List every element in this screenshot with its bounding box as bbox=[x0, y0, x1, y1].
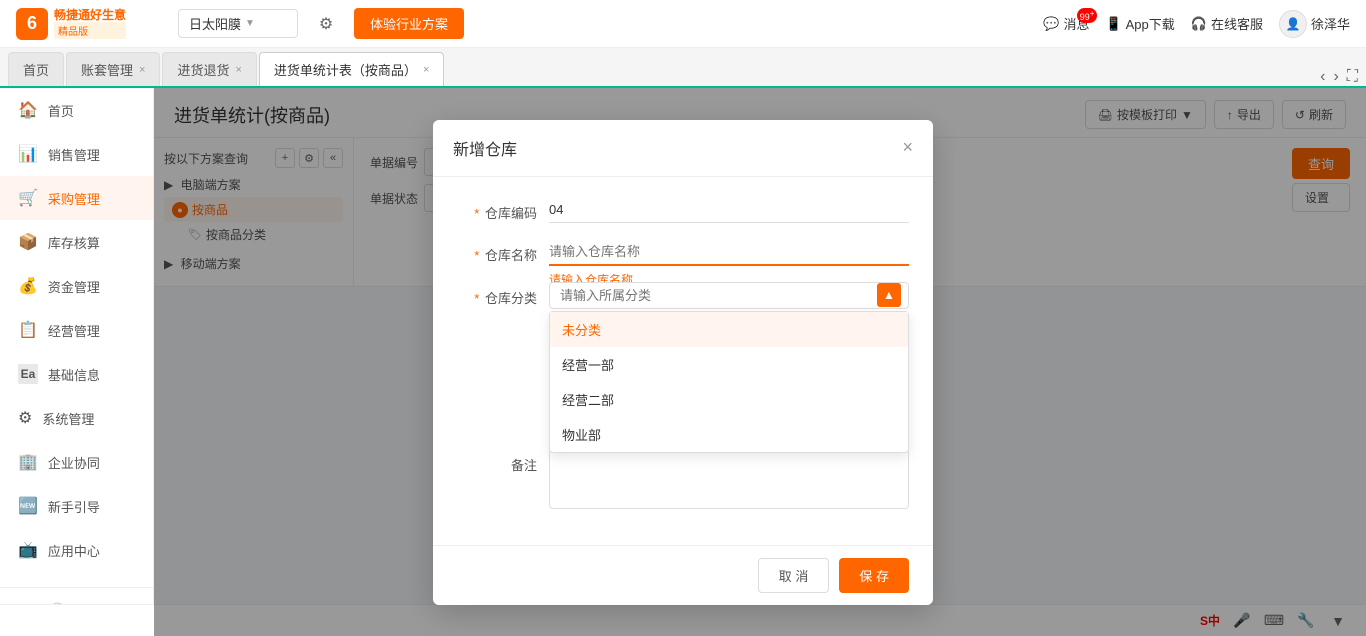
tab-actions: ‹ › ⛶ bbox=[1320, 68, 1358, 86]
message-icon: 💬 bbox=[1043, 16, 1059, 32]
form-row-code: * 仓库编码 bbox=[457, 197, 909, 223]
tab-stat[interactable]: 进货单统计表（按商品） × bbox=[259, 52, 444, 86]
finance-icon: 💰 bbox=[18, 276, 38, 296]
category-toggle-icon[interactable]: ▲ bbox=[877, 283, 901, 307]
dropdown-item-property[interactable]: 物业部 bbox=[550, 417, 908, 452]
dropdown-item-none[interactable]: 未分类 bbox=[550, 312, 908, 347]
sidebar-item-apps[interactable]: 📺 应用中心 bbox=[0, 528, 153, 572]
sidebar: 🏠 首页 📊 销售管理 🛒 采购管理 📦 库存核算 💰 资金管理 📋 经 bbox=[0, 88, 154, 636]
logo-badge: 精品版 bbox=[54, 22, 126, 39]
form-row-category: * 仓库分类 ▲ 未分类 经营一部 经营二部 物业部 bbox=[457, 282, 909, 309]
company-selector[interactable]: 日太阳膜 ▼ bbox=[178, 9, 298, 38]
logo-area: 6 畅捷通好生意 精品版 bbox=[16, 8, 166, 40]
tab-home[interactable]: 首页 bbox=[8, 52, 64, 86]
dropdown-item-dept1[interactable]: 经营一部 bbox=[550, 347, 908, 382]
messages-badge: 99+ bbox=[1077, 8, 1098, 23]
tab-next-icon[interactable]: › bbox=[1333, 68, 1338, 86]
sidebar-item-finance[interactable]: 💰 资金管理 bbox=[0, 264, 153, 308]
tab-close-account[interactable]: × bbox=[139, 64, 145, 76]
modal-header: 新增仓库 × bbox=[433, 120, 933, 177]
tab-fullscreen-icon[interactable]: ⛶ bbox=[1347, 68, 1358, 86]
sidebar-item-basic[interactable]: Ea 基础信息 bbox=[0, 352, 153, 396]
sidebar-item-system[interactable]: ⚙ 系统管理 bbox=[0, 396, 153, 440]
system-icon: ⚙ bbox=[18, 408, 32, 428]
notes-textarea[interactable] bbox=[549, 449, 909, 509]
form-row-notes: 备注 bbox=[457, 449, 909, 509]
sidebar-item-enterprise[interactable]: 🏢 企业协同 bbox=[0, 440, 153, 484]
trial-button[interactable]: 体验行业方案 bbox=[354, 8, 464, 39]
tab-close-stat[interactable]: × bbox=[423, 64, 429, 76]
tab-return[interactable]: 进货退货 × bbox=[162, 52, 256, 86]
name-input[interactable] bbox=[549, 239, 909, 266]
save-button[interactable]: 保 存 bbox=[839, 558, 909, 593]
sidebar-item-purchase[interactable]: 🛒 采购管理 bbox=[0, 176, 153, 220]
header-right: 💬 消息 99+ 📱 App下载 🎧 在线客服 👤 徐泽华 bbox=[1043, 10, 1350, 38]
sales-icon: 📊 bbox=[18, 144, 38, 164]
inventory-icon: 📦 bbox=[18, 232, 38, 252]
user-item[interactable]: 👤 徐泽华 bbox=[1279, 10, 1350, 38]
content-area: 进货单统计(按商品) 🖨 按模板打印 ▼ ↑ 导出 ↺ 刷新 bbox=[154, 88, 1366, 636]
category-label: * 仓库分类 bbox=[457, 282, 537, 307]
logo-text: 畅捷通好生意 精品版 bbox=[54, 8, 126, 39]
purchase-icon: 🛒 bbox=[18, 188, 38, 208]
online-service-item[interactable]: 🎧 在线客服 bbox=[1191, 14, 1263, 33]
code-input[interactable] bbox=[549, 197, 909, 223]
guide-icon: 🆕 bbox=[18, 496, 38, 516]
avatar: 👤 bbox=[1279, 10, 1307, 38]
headphone-icon: 🎧 bbox=[1191, 16, 1207, 32]
operations-icon: 📋 bbox=[18, 320, 38, 340]
modal-title: 新增仓库 bbox=[453, 136, 517, 160]
tab-prev-icon[interactable]: ‹ bbox=[1320, 68, 1325, 86]
modal-body: * 仓库编码 * 仓库名称 请输入仓库名称 bbox=[433, 177, 933, 545]
home-icon: 🏠 bbox=[18, 100, 38, 120]
form-row-name: * 仓库名称 请输入仓库名称 bbox=[457, 239, 909, 266]
logo-icon: 6 bbox=[16, 8, 48, 40]
modal: 新增仓库 × * 仓库编码 bbox=[433, 120, 933, 605]
top-header: 6 畅捷通好生意 精品版 日太阳膜 ▼ ⚙ 体验行业方案 💬 消息 99+ 📱 … bbox=[0, 0, 1366, 48]
sidebar-item-operations[interactable]: 📋 经营管理 bbox=[0, 308, 153, 352]
tab-account[interactable]: 账套管理 × bbox=[66, 52, 160, 86]
cancel-button[interactable]: 取 消 bbox=[758, 558, 830, 593]
modal-close-button[interactable]: × bbox=[902, 137, 913, 158]
category-select-input[interactable] bbox=[549, 282, 909, 309]
sidebar-item-inventory[interactable]: 📦 库存核算 bbox=[0, 220, 153, 264]
gear-icon[interactable]: ⚙ bbox=[310, 8, 342, 40]
dropdown-item-dept2[interactable]: 经营二部 bbox=[550, 382, 908, 417]
messages-item[interactable]: 💬 消息 99+ bbox=[1043, 14, 1089, 33]
app-download-item[interactable]: 📱 App下载 bbox=[1105, 14, 1174, 33]
sidebar-item-sales[interactable]: 📊 销售管理 bbox=[0, 132, 153, 176]
code-label: * 仓库编码 bbox=[457, 197, 537, 222]
modal-overlay: 新增仓库 × * 仓库编码 bbox=[154, 88, 1366, 636]
tab-bar: 首页 账套管理 × 进货退货 × 进货单统计表（按商品） × ‹ › ⛶ bbox=[0, 48, 1366, 88]
mobile-icon: 📱 bbox=[1105, 16, 1121, 32]
notes-label: 备注 bbox=[457, 449, 537, 474]
sidebar-item-home[interactable]: 🏠 首页 bbox=[0, 88, 153, 132]
name-label: * 仓库名称 bbox=[457, 239, 537, 264]
sidebar-item-member[interactable]: V 畅会员 bbox=[0, 572, 153, 587]
basic-icon: Ea bbox=[18, 364, 38, 384]
modal-footer: 取 消 保 存 bbox=[433, 545, 933, 605]
apps-icon: 📺 bbox=[18, 540, 38, 560]
selector-arrow-icon: ▼ bbox=[245, 18, 255, 29]
category-select-wrapper: ▲ 未分类 经营一部 经营二部 物业部 bbox=[549, 282, 909, 309]
category-dropdown: 未分类 经营一部 经营二部 物业部 bbox=[549, 311, 909, 453]
main-layout: 🏠 首页 📊 销售管理 🛒 采购管理 📦 库存核算 💰 资金管理 📋 经 bbox=[0, 88, 1366, 636]
tab-close-return[interactable]: × bbox=[235, 64, 241, 76]
sidebar-item-guide[interactable]: 🆕 新手引导 bbox=[0, 484, 153, 528]
enterprise-icon: 🏢 bbox=[18, 452, 38, 472]
